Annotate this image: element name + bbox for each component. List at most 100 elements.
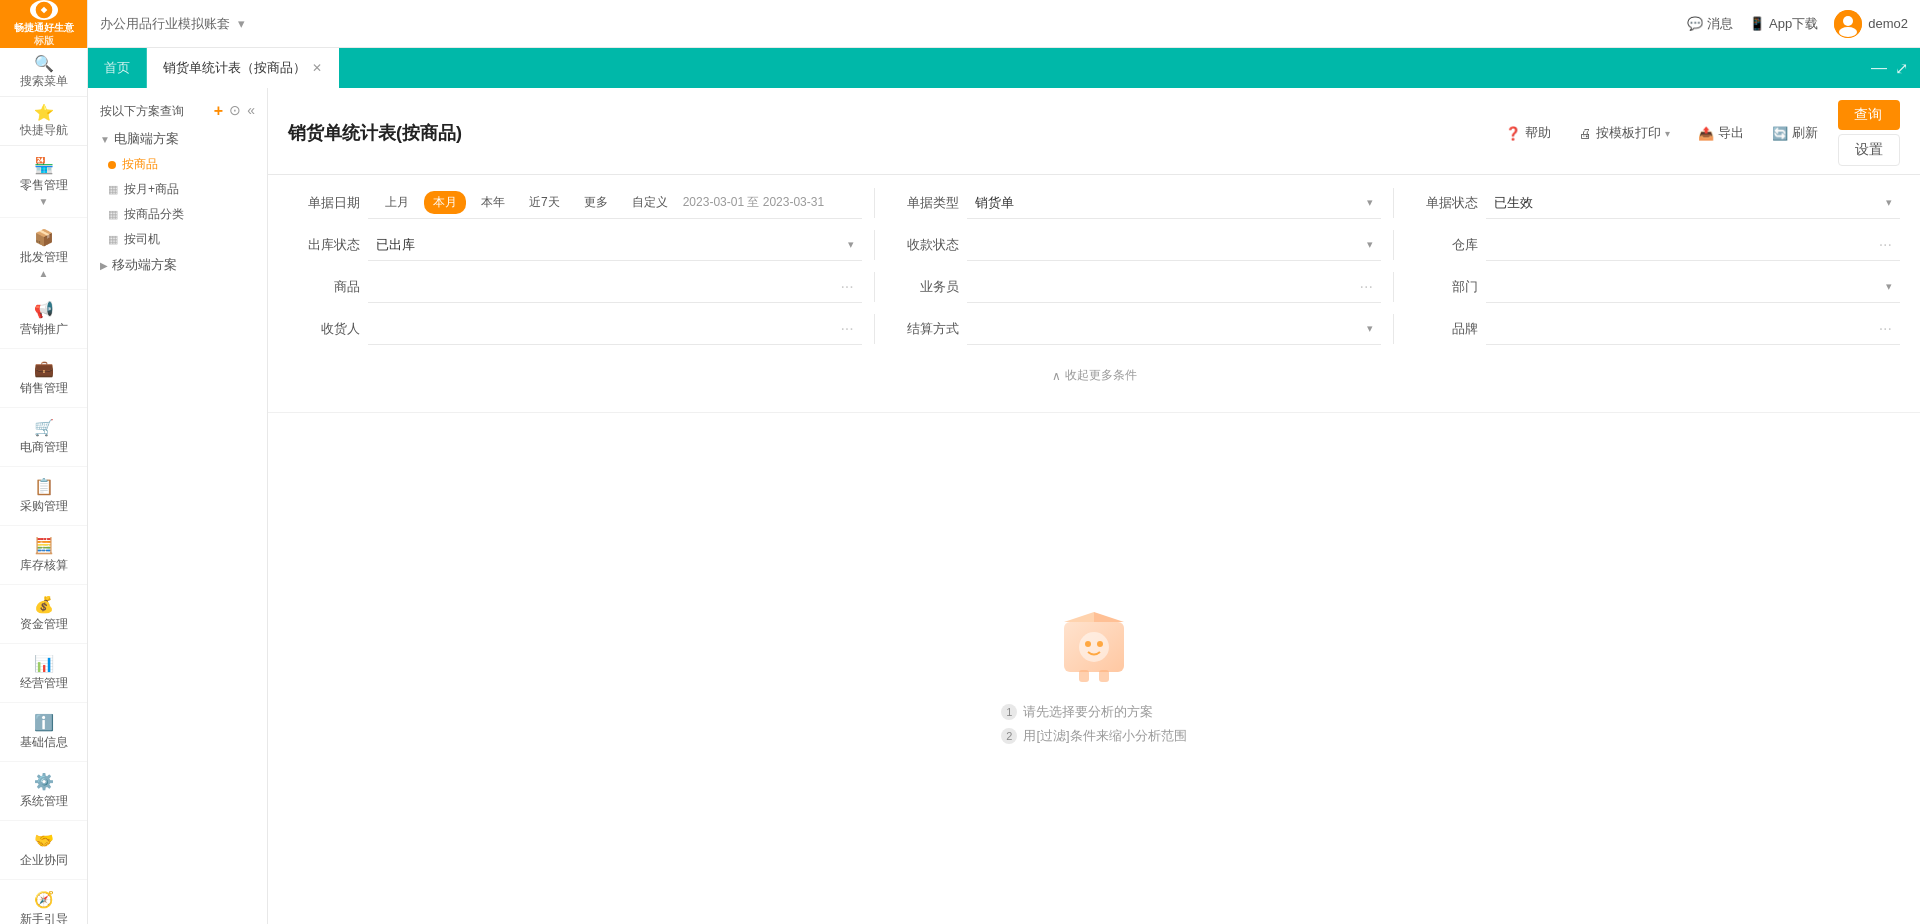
filter-sidebar-icons: + ⊙ « xyxy=(214,102,255,120)
sidebar-item-basic[interactable]: ℹ️ 基础信息 xyxy=(0,703,87,762)
brand-field[interactable]: ··· xyxy=(1486,313,1900,345)
tip-text-1: 请先选择要分析的方案 xyxy=(1023,703,1153,721)
sidebar-item-operations[interactable]: 📊 经营管理 xyxy=(0,644,87,703)
brand-label: 品牌 xyxy=(1406,320,1486,338)
tree-expand-icon-pc: ▼ xyxy=(100,134,110,145)
help-label: 帮助 xyxy=(1525,124,1551,142)
message-action[interactable]: 💬 消息 xyxy=(1687,15,1733,33)
sidebar-item-system[interactable]: ⚙️ 系统管理 xyxy=(0,762,87,821)
sidebar-item-wholesale[interactable]: 📦 批发管理 ▲ xyxy=(0,218,87,290)
content-area: 按以下方案查询 + ⊙ « ▼ 电脑端方案 按商品 ▦ 按月+商 xyxy=(88,88,1920,924)
type-field[interactable]: 销货单 ▾ xyxy=(967,187,1381,219)
sidebar-item-shortcut[interactable]: ⭐ 快捷导航 xyxy=(0,97,87,146)
message-label: 消息 xyxy=(1707,15,1733,33)
salesman-field[interactable]: ··· xyxy=(967,271,1381,303)
receiver-field[interactable]: ··· xyxy=(368,313,862,345)
status-value: 已生效 xyxy=(1494,194,1533,212)
refresh-scheme-icon[interactable]: ⊙ xyxy=(229,102,241,120)
goods-field[interactable]: ··· xyxy=(368,271,862,303)
collapse-label: 收起更多条件 xyxy=(1065,367,1137,384)
date-btn-this-month[interactable]: 本月 xyxy=(424,191,466,214)
print-button[interactable]: 🖨 按模板打印 ▾ xyxy=(1571,120,1678,146)
export-button[interactable]: 📤 导出 xyxy=(1690,120,1752,146)
date-range-text: 2023-03-01 至 2023-03-31 xyxy=(683,194,824,211)
tip-text-2: 用[过滤]条件来缩小分析范围 xyxy=(1023,727,1186,745)
department-field[interactable]: ▾ xyxy=(1486,271,1900,303)
sidebar-item-enterprise[interactable]: 🤝 企业协同 xyxy=(0,821,87,880)
sidebar-item-purchase[interactable]: 📋 采购管理 xyxy=(0,467,87,526)
tab-sales-stat[interactable]: 销货单统计表（按商品） ✕ xyxy=(147,48,339,88)
filter-sidebar-title: 按以下方案查询 xyxy=(100,103,184,120)
payment-field[interactable]: ▾ xyxy=(967,313,1381,345)
divider-1 xyxy=(874,188,875,218)
sidebar-item-guide[interactable]: 🧭 新手引导 xyxy=(0,880,87,924)
receive-status-dropdown-icon[interactable]: ▾ xyxy=(1367,238,1373,251)
print-dropdown-icon[interactable]: ▾ xyxy=(1665,128,1670,139)
filter-row-1: 单据日期 上月 本月 本年 近7天 更多 自定义 2023-03-01 至 20… xyxy=(288,187,1900,219)
date-btn-this-year[interactable]: 本年 xyxy=(472,191,514,214)
status-field[interactable]: 已生效 ▾ xyxy=(1486,187,1900,219)
brand-more-icon[interactable]: ··· xyxy=(1879,320,1892,338)
filter-form: 单据日期 上月 本月 本年 近7天 更多 自定义 2023-03-01 至 20… xyxy=(268,175,1920,412)
department-dropdown-icon[interactable]: ▾ xyxy=(1886,280,1892,293)
sidebar-item-retail[interactable]: 🏪 零售管理 ▼ xyxy=(0,146,87,218)
tree-parent-pc[interactable]: ▼ 电脑端方案 xyxy=(88,126,267,152)
date-btn-last-month[interactable]: 上月 xyxy=(376,191,418,214)
print-icon: 🖨 xyxy=(1579,126,1592,141)
tab-close-icon[interactable]: ✕ xyxy=(312,61,322,75)
salesman-more-icon[interactable]: ··· xyxy=(1360,278,1373,296)
receive-status-label: 收款状态 xyxy=(887,236,967,254)
sidebar-item-sales[interactable]: 💼 销售管理 xyxy=(0,349,87,408)
sidebar-item-marketing[interactable]: 📢 营销推广 xyxy=(0,290,87,349)
tabbar-actions: — ⤢ xyxy=(1871,59,1920,78)
receiver-more-icon[interactable]: ··· xyxy=(840,320,853,338)
date-field[interactable]: 上月 本月 本年 近7天 更多 自定义 2023-03-01 至 2023-03… xyxy=(368,187,862,219)
type-value: 销货单 xyxy=(975,194,1014,212)
add-scheme-icon[interactable]: + xyxy=(214,102,223,120)
sidebar-item-inventory[interactable]: 🧮 库存核算 xyxy=(0,526,87,585)
industry-dropdown-icon[interactable]: ▾ xyxy=(238,16,245,31)
help-button[interactable]: ❓ 帮助 xyxy=(1497,120,1559,146)
warehouse-field[interactable]: ··· xyxy=(1486,229,1900,261)
payment-dropdown-icon[interactable]: ▾ xyxy=(1367,322,1373,335)
tab-maximize-icon[interactable]: ⤢ xyxy=(1895,59,1908,78)
receive-status-field[interactable]: ▾ xyxy=(967,229,1381,261)
date-filter: 上月 本月 本年 近7天 更多 自定义 2023-03-01 至 2023-03… xyxy=(376,191,824,214)
tree-item-by-month-goods[interactable]: ▦ 按月+商品 xyxy=(100,177,267,202)
collapse-button[interactable]: ∧ 收起更多条件 xyxy=(1036,363,1153,388)
tab-home[interactable]: 首页 xyxy=(88,48,147,88)
warehouse-more-icon[interactable]: ··· xyxy=(1879,236,1892,254)
tree-item-by-category[interactable]: ▦ 按商品分类 xyxy=(100,202,267,227)
status-dropdown-icon[interactable]: ▾ xyxy=(1886,196,1892,209)
app-download-action[interactable]: 📱 App下载 xyxy=(1749,15,1818,33)
svg-point-3 xyxy=(1839,27,1857,37)
print-label: 按模板打印 xyxy=(1596,124,1661,142)
query-button[interactable]: 查询 xyxy=(1838,100,1900,130)
user-action[interactable]: demo2 xyxy=(1834,10,1908,38)
settings-button[interactable]: 设置 xyxy=(1838,134,1900,166)
tree-label-pc: 电脑端方案 xyxy=(114,130,179,148)
date-btn-7days[interactable]: 近7天 xyxy=(520,191,569,214)
sidebar-item-finance[interactable]: 💰 资金管理 xyxy=(0,585,87,644)
tree-item-by-driver-label: 按司机 xyxy=(124,231,160,248)
sidebar-item-search[interactable]: 🔍 搜索菜单 xyxy=(0,48,87,97)
svg-point-2 xyxy=(1843,16,1853,26)
goods-more-icon[interactable]: ··· xyxy=(840,278,853,296)
collapse-scheme-icon[interactable]: « xyxy=(247,102,255,120)
svg-point-5 xyxy=(1079,632,1109,662)
tree-item-by-category-label: 按商品分类 xyxy=(124,206,184,223)
tab-minimize-icon[interactable]: — xyxy=(1871,59,1887,77)
tree-item-by-driver[interactable]: ▦ 按司机 xyxy=(100,227,267,252)
tree-parent-mobile[interactable]: ▶ 移动端方案 xyxy=(88,252,267,278)
out-status-dropdown-icon[interactable]: ▾ xyxy=(848,238,854,251)
out-status-field[interactable]: 已出库 ▾ xyxy=(368,229,862,261)
help-icon: ❓ xyxy=(1505,126,1521,141)
sidebar-item-ecommerce[interactable]: 🛒 电商管理 xyxy=(0,408,87,467)
refresh-button[interactable]: 🔄 刷新 xyxy=(1764,120,1826,146)
main-content: 办公用品行业模拟账套 ▾ 💬 消息 📱 App下载 demo2 首页 xyxy=(88,0,1920,924)
type-dropdown-icon[interactable]: ▾ xyxy=(1367,196,1373,209)
date-btn-custom[interactable]: 自定义 xyxy=(623,191,677,214)
tree-item-by-goods[interactable]: 按商品 xyxy=(100,152,267,177)
date-btn-more[interactable]: 更多 xyxy=(575,191,617,214)
refresh-label: 刷新 xyxy=(1792,124,1818,142)
